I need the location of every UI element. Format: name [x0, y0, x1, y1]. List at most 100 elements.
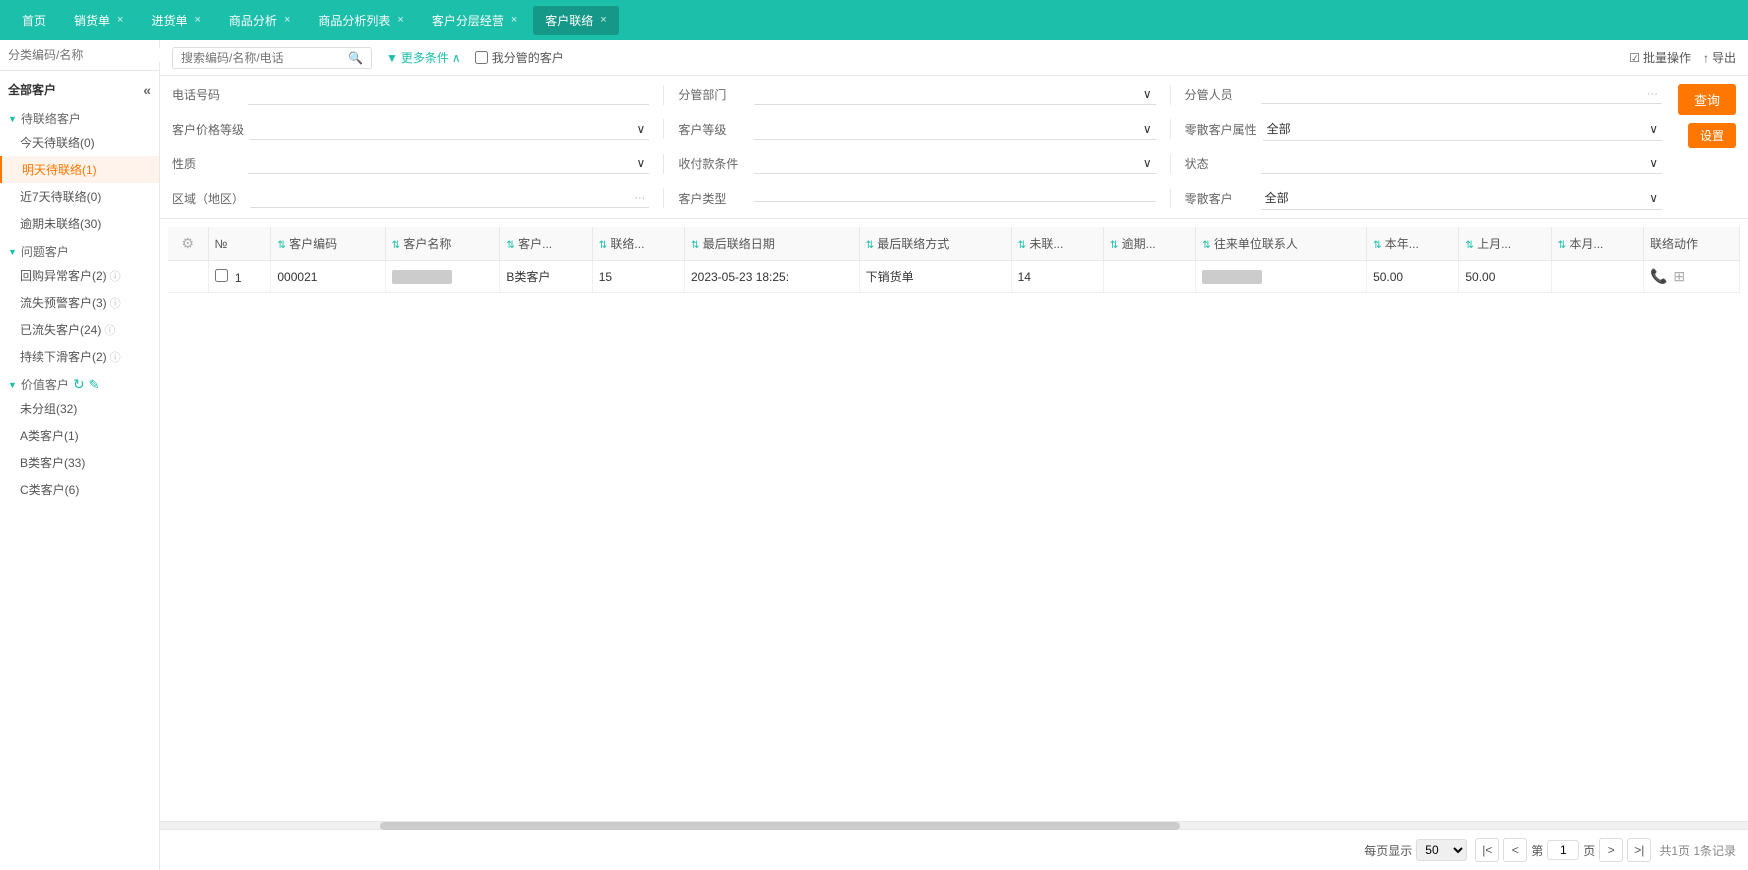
sidebar-search-area: 🔍	[0, 40, 159, 71]
row-checkbox[interactable]	[215, 269, 228, 282]
sidebar-item-tomorrow[interactable]: 明天待联络(1)	[0, 156, 159, 183]
nav-item-analysis-list[interactable]: 商品分析列表 ×	[306, 6, 415, 35]
nav-close-customer-tier[interactable]: ×	[511, 14, 517, 26]
th-this-month: ⇅ 本月...	[1551, 227, 1643, 261]
sidebar-item-churned[interactable]: 已流失客户(24) ⓘ	[0, 316, 159, 343]
sort-icon-name: ⇅	[392, 240, 400, 251]
filter-customer-level-select[interactable]: ∨	[754, 119, 1155, 140]
table-row: 1 000021 B类客户 15 2023-05-23 18:25: 下销货单	[168, 261, 1740, 293]
sidebar-item-churning[interactable]: 流失预警客户(3) ⓘ	[0, 289, 159, 316]
settings-button[interactable]: 设置	[1688, 123, 1736, 148]
page-size-area: 每页显示 50 100	[1364, 839, 1467, 861]
total-info: 共1页 1条记录	[1659, 842, 1736, 859]
filter-payment-select[interactable]: ∨	[754, 153, 1155, 174]
sidebar-item-declining[interactable]: 持续下滑客户(2) ⓘ	[0, 343, 159, 370]
th-code: ⇅ 客户编码	[271, 227, 385, 261]
filter-divider-6	[1170, 154, 1171, 174]
search-icon[interactable]: 🔍	[348, 51, 363, 65]
td-contact-person	[1196, 261, 1367, 293]
top-navigation: 首页 销货单 × 进货单 × 商品分析 × 商品分析列表 × 客户分层经营 × …	[0, 0, 1748, 40]
horizontal-scrollbar[interactable]	[160, 821, 1748, 829]
sidebar-group-pending: 待联络客户	[0, 104, 159, 129]
filter-status-select[interactable]: ∨	[1261, 153, 1662, 174]
value-group-refresh[interactable]: ↻	[73, 376, 85, 393]
filter-more-btn[interactable]: ▼ 更多条件 ∧	[380, 46, 467, 69]
sidebar-item-7days[interactable]: 近7天待联络(0)	[0, 183, 159, 210]
nav-item-home[interactable]: 首页	[10, 6, 58, 35]
sidebar-item-ungrouped[interactable]: 未分组(32)	[0, 395, 159, 422]
my-customers-checkbox-label[interactable]: 我分管的客户	[475, 49, 564, 66]
nav-item-customer-tier[interactable]: 客户分层经营 ×	[420, 6, 529, 35]
th-gear: ⚙	[168, 227, 208, 261]
filter-icon: ▼	[386, 51, 398, 65]
filter-retail-customer-select[interactable]: 全部 ∨	[1261, 186, 1662, 210]
nav-close-analysis-list[interactable]: ×	[397, 14, 403, 26]
sidebar-search-input[interactable]	[8, 48, 163, 62]
filter-field-phone: 电话号码	[172, 84, 649, 105]
filter-dept-select[interactable]: ∨	[754, 84, 1155, 105]
filter-person-select[interactable]: ···	[1261, 85, 1662, 104]
filter-price-select[interactable]: ∨	[250, 119, 649, 140]
filter-gender-chevron: ∨	[637, 156, 646, 170]
td-type: B类客户	[500, 261, 592, 293]
batch-operation-btn[interactable]: ☑ 批量操作	[1629, 49, 1691, 66]
page-size-select[interactable]: 50 100	[1416, 839, 1467, 861]
value-group-edit[interactable]: ✎	[89, 377, 100, 393]
filter-region-dots: ···	[634, 192, 645, 204]
nav-item-sales[interactable]: 销货单 ×	[62, 6, 135, 35]
query-button[interactable]: 查询	[1678, 84, 1736, 115]
nav-item-purchase[interactable]: 进货单 ×	[139, 6, 212, 35]
filter-field-customer-level: 客户等级 ∨	[678, 119, 1155, 140]
gear-icon[interactable]: ⚙	[181, 235, 194, 251]
first-page-btn[interactable]: |<	[1475, 838, 1499, 862]
filter-field-customer-type: 客户类型	[678, 190, 1155, 207]
nav-item-analysis[interactable]: 商品分析 ×	[217, 6, 302, 35]
page-number-input[interactable]	[1547, 840, 1579, 860]
nav-close-purchase[interactable]: ×	[194, 14, 200, 26]
filter-customer-level-chevron: ∨	[1143, 122, 1152, 136]
scrollbar-thumb[interactable]	[380, 822, 1180, 830]
filter-field-region: 区域（地区） ···	[172, 189, 649, 208]
prev-page-btn[interactable]: <	[1503, 838, 1527, 862]
filter-region-select[interactable]: ···	[250, 189, 649, 208]
filter-gender-select[interactable]: ∨	[248, 153, 649, 174]
th-last-method: ⇅ 最后联络方式	[859, 227, 1011, 261]
sidebar-item-class-c[interactable]: C类客户(6)	[0, 476, 159, 503]
sidebar-item-class-b[interactable]: B类客户(33)	[0, 449, 159, 476]
action-phone-icon[interactable]: 📞	[1650, 268, 1667, 285]
filter-field-gender: 性质 ∨	[172, 153, 649, 174]
footer: 每页显示 50 100 |< < 第 页 > >| 共1页 1条记录	[160, 829, 1748, 870]
filter-customer-type-select[interactable]	[754, 195, 1155, 202]
sort-icon-overdue: ⇅	[1110, 240, 1118, 251]
sidebar-item-overdue[interactable]: 逾期未联络(30)	[0, 210, 159, 237]
my-customers-checkbox[interactable]	[475, 51, 488, 64]
action-grid-icon[interactable]: ⊞	[1673, 268, 1685, 285]
filter-actions: 查询 设置	[1678, 84, 1736, 148]
sidebar-item-today[interactable]: 今天待联络(0)	[0, 129, 159, 156]
filter-field-retail-attr: 零散客户属性 全部 ∨	[1185, 117, 1662, 141]
nav-close-analysis[interactable]: ×	[284, 14, 290, 26]
toolbar: 🔍 ▼ 更多条件 ∧ 我分管的客户 ☑ 批量操作 ↑ 导出	[160, 40, 1748, 76]
filter-phone-input[interactable]	[248, 84, 649, 105]
td-name	[385, 261, 500, 293]
export-icon: ↑	[1703, 51, 1709, 65]
search-input[interactable]	[181, 51, 344, 65]
filter-retail-attr-select[interactable]: 全部 ∨	[1263, 117, 1662, 141]
nav-close-sales[interactable]: ×	[117, 14, 123, 26]
nav-item-customer-contact[interactable]: 客户联络 ×	[533, 6, 618, 35]
filter-divider-5	[663, 154, 664, 174]
sidebar-all-customers[interactable]: 全部客户 «	[0, 75, 159, 104]
th-last-date: ⇅ 最后联络日期	[684, 227, 859, 261]
export-btn[interactable]: ↑ 导出	[1703, 49, 1736, 66]
sidebar-item-class-a[interactable]: A类客户(1)	[0, 422, 159, 449]
th-action: 联络动作	[1643, 227, 1739, 261]
sidebar-item-abnormal[interactable]: 回购异常客户(2) ⓘ	[0, 262, 159, 289]
td-action: 📞 ⊞	[1643, 261, 1739, 293]
contact-person-blurred	[1202, 270, 1262, 284]
next-page-btn[interactable]: >	[1599, 838, 1623, 862]
nav-close-customer-contact[interactable]: ×	[600, 14, 606, 26]
sort-icon-date: ⇅	[691, 240, 699, 251]
last-contact-method-link[interactable]: 下销货单	[866, 270, 914, 284]
last-page-btn[interactable]: >|	[1627, 838, 1651, 862]
filter-dept-chevron: ∨	[1143, 87, 1152, 101]
